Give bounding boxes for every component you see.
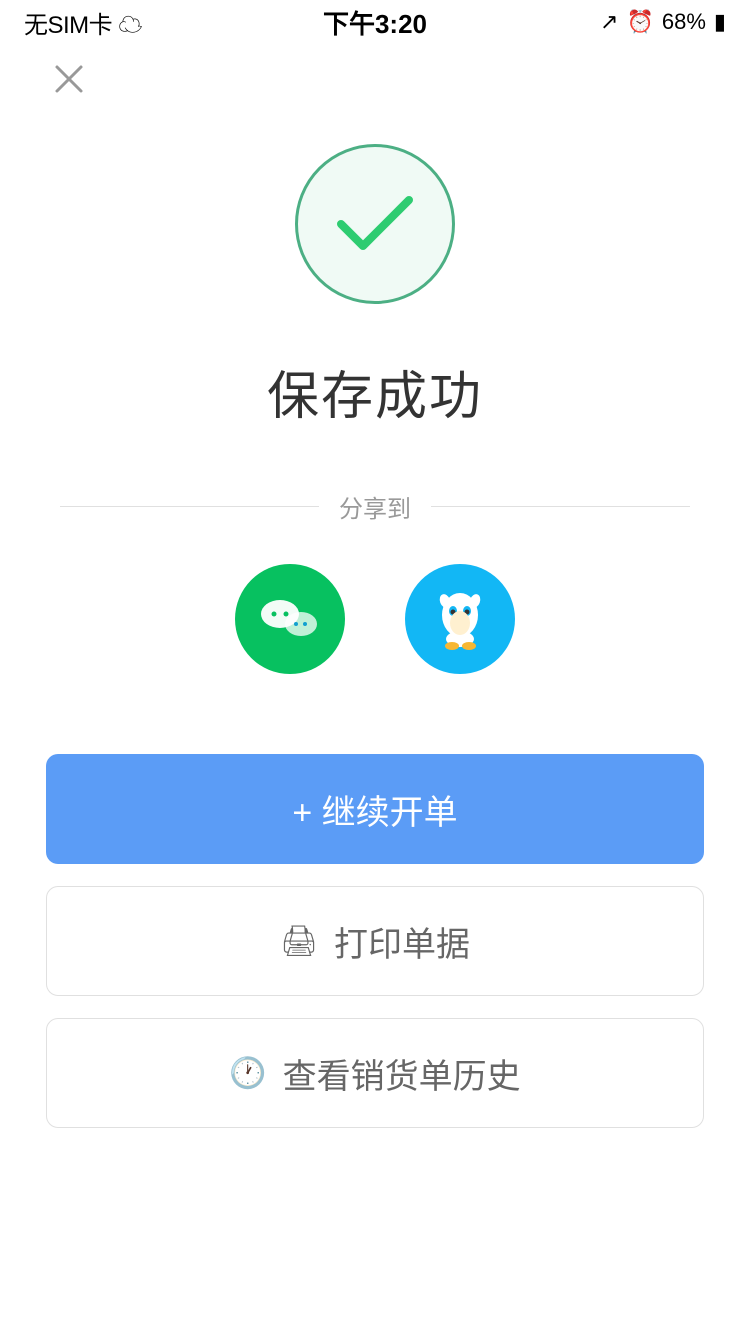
continue-order-button[interactable]: + 继续开单 — [46, 754, 704, 864]
status-bar: 无SIM卡 ☁ 下午3:20 ↗ ⏰ 68% ▮ — [0, 0, 750, 44]
status-right: ↗ ⏰ 68% ▮ — [600, 9, 726, 35]
print-receipt-button[interactable]: 🖨 打印单据 — [46, 886, 704, 996]
success-circle — [295, 144, 455, 304]
success-title: 保存成功 — [267, 354, 483, 429]
divider-line-right — [431, 506, 690, 507]
share-divider-text: 分享到 — [319, 489, 431, 524]
checkmark-icon — [335, 194, 415, 254]
print-label: 打印单据 — [334, 917, 470, 966]
main-content: 保存成功 分享到 — [0, 44, 750, 1128]
battery-icon: ▮ — [714, 9, 726, 35]
divider-line-left — [60, 506, 319, 507]
battery-text: 68% — [662, 9, 706, 35]
close-icon — [54, 64, 84, 94]
action-buttons: + 继续开单 🖨 打印单据 🕐 查看销货单历史 — [0, 754, 750, 1128]
close-button[interactable] — [44, 54, 94, 104]
location-icon: ↗ — [600, 9, 618, 35]
wechat-icon — [258, 592, 323, 647]
share-divider: 分享到 — [0, 489, 750, 524]
status-time: 下午3:20 — [323, 4, 427, 41]
print-icon: 🖨 — [280, 924, 318, 959]
qq-share-button[interactable] — [405, 564, 515, 674]
qq-icon — [428, 587, 493, 652]
wechat-share-button[interactable] — [235, 564, 345, 674]
alarm-icon: ⏰ — [626, 9, 653, 35]
share-icons-container — [235, 564, 515, 674]
view-history-button[interactable]: 🕐 查看销货单历史 — [46, 1018, 704, 1128]
history-label: 查看销货单历史 — [283, 1049, 521, 1098]
history-icon: 🕐 — [229, 1056, 266, 1091]
status-left: 无SIM卡 ☁ — [24, 5, 142, 40]
